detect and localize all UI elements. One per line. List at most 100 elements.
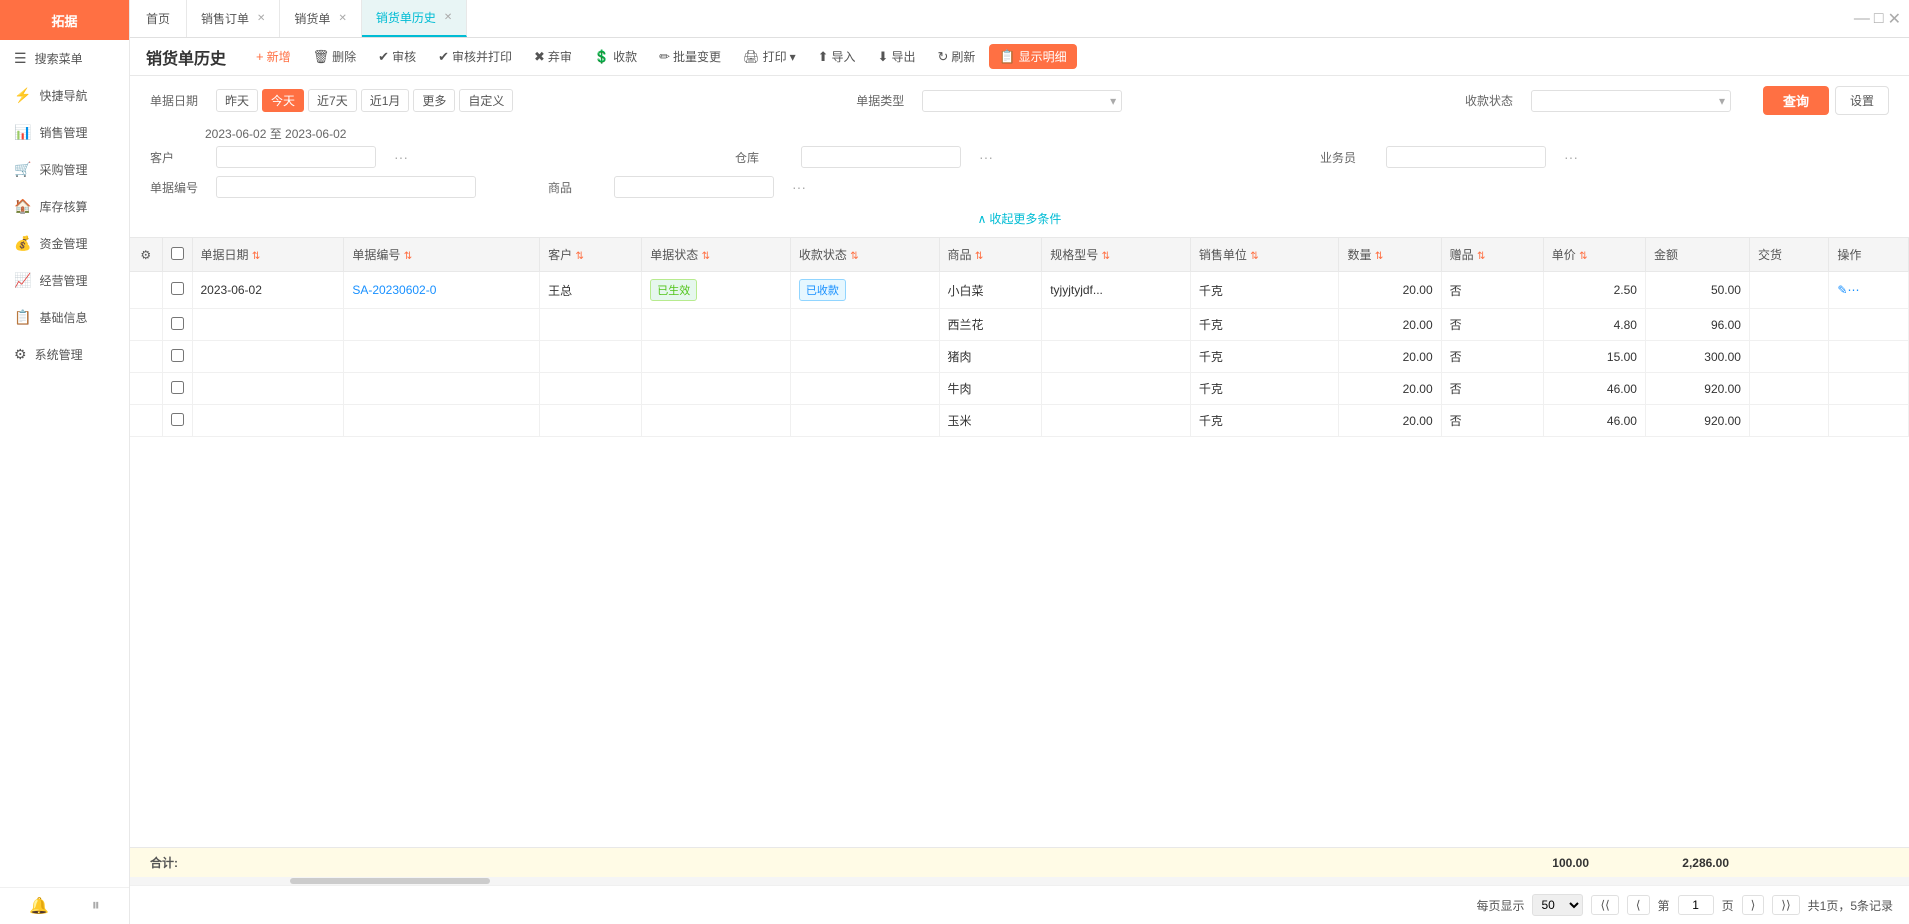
tab-sales-history[interactable]: 销货单历史 ✕ [362,0,467,37]
row-checkbox[interactable] [171,413,184,426]
display-detail-button[interactable]: 📋 显示明细 [989,44,1076,69]
export-icon: ⬇ [878,49,889,65]
row-doc-no[interactable] [344,373,540,405]
col-check[interactable] [162,238,192,272]
row-checkbox[interactable] [171,381,184,394]
pause-icon[interactable]: ⏸ [92,897,100,915]
row-doc-date [192,373,344,405]
notification-icon[interactable]: 🔔 [29,896,49,916]
doc-no-input[interactable] [216,176,476,198]
minimize-icon[interactable]: — [1854,10,1870,28]
delete-button[interactable]: 🗑 删除 [305,44,365,69]
doc-type-select[interactable] [922,90,1122,112]
goods-input[interactable] [614,176,774,198]
col-customer[interactable]: 客户 ⇅ [540,238,642,272]
date-btn-today[interactable]: 今天 [262,89,304,112]
row-checkbox[interactable] [171,282,184,295]
next-page-button[interactable]: ⟩ [1742,895,1765,915]
sidebar-item-sys[interactable]: ⚙ 系统管理 [0,336,129,373]
sidebar-item-ops[interactable]: 📈 经营管理 [0,262,129,299]
query-button[interactable]: 查询 [1763,86,1829,115]
collapse-button[interactable]: ∧ 收起更多条件 [150,206,1889,231]
salesperson-input[interactable] [1386,146,1546,168]
add-button[interactable]: + 新增 [248,44,299,69]
page-number-input[interactable] [1678,895,1714,915]
sidebar-item-label: 搜索菜单 [35,50,83,67]
tab-home[interactable]: 首页 [130,0,187,37]
more-action[interactable]: ⋯ [1847,283,1859,297]
customer-ellipsis[interactable]: ··· [394,149,408,165]
date-btn-1month[interactable]: 近1月 [361,89,410,112]
sidebar-item-search-menu[interactable]: ☰ 搜索菜单 [0,40,129,77]
goods-ellipsis[interactable]: ··· [792,179,806,195]
tab-close-icon[interactable]: ✕ [257,13,265,24]
tab-sales-order[interactable]: 销售订单 ✕ [187,0,280,37]
tab-close-icon[interactable]: ✕ [444,12,452,23]
sidebar-item-sales[interactable]: 📊 销售管理 [0,114,129,151]
select-all-checkbox[interactable] [171,247,184,260]
print-button[interactable]: 🖨 打印 ▾ [735,44,804,69]
collect-button[interactable]: 💲 收款 [586,44,645,69]
export-button[interactable]: ⬇ 导出 [870,44,924,69]
row-checkbox-cell[interactable] [162,341,192,373]
col-price[interactable]: 单价 ⇅ [1543,238,1645,272]
sidebar-item-inventory[interactable]: 🏠 库存核算 [0,188,129,225]
row-checkbox-cell[interactable] [162,309,192,341]
col-collect-status[interactable]: 收款状态 ⇅ [790,238,939,272]
sidebar-item-label: 系统管理 [35,346,83,363]
row-amount: 96.00 [1645,309,1749,341]
warehouse-ellipsis[interactable]: ··· [979,149,993,165]
sidebar-item-basic[interactable]: 📋 基础信息 [0,299,129,336]
col-doc-status[interactable]: 单据状态 ⇅ [642,238,791,272]
col-gift[interactable]: 赠品 ⇅ [1441,238,1543,272]
row-checkbox[interactable] [171,349,184,362]
last-page-button[interactable]: ⟩⟩ [1772,895,1799,915]
audit-button[interactable]: ✔ 审核 [370,44,424,69]
sort-icon: ⇅ [1477,251,1485,262]
batch-change-button[interactable]: ✏ 批量变更 [651,44,729,69]
date-btn-yesterday[interactable]: 昨天 [216,89,258,112]
sidebar-item-finance[interactable]: 💰 资金管理 [0,225,129,262]
abandon-button[interactable]: ✖ 弃审 [526,44,580,69]
maximize-icon[interactable]: □ [1874,10,1884,28]
row-checkbox-cell[interactable] [162,373,192,405]
col-gear[interactable]: ⚙ [130,238,162,272]
row-checkbox-cell[interactable] [162,405,192,437]
scrollbar-thumb[interactable] [290,878,490,884]
horizontal-scrollbar[interactable] [130,877,1909,885]
audit-print-button[interactable]: ✔ 审核并打印 [430,44,520,69]
first-page-button[interactable]: ⟨⟨ [1591,895,1618,915]
prev-page-button[interactable]: ⟨ [1627,895,1650,915]
row-checkbox[interactable] [171,317,184,330]
row-goods: 牛肉 [939,373,1042,405]
edit-action[interactable]: ✎ [1837,283,1847,297]
date-btn-more[interactable]: 更多 [413,89,455,112]
refresh-button[interactable]: ↻ 刷新 [929,44,983,69]
row-doc-no[interactable]: SA-20230602-0 [344,272,540,309]
import-button[interactable]: ⬆ 导入 [810,44,864,69]
close-window-icon[interactable]: ✕ [1888,9,1901,29]
row-doc-no[interactable] [344,341,540,373]
salesperson-ellipsis[interactable]: ··· [1564,149,1578,165]
col-doc-date[interactable]: 单据日期 ⇅ [192,238,344,272]
col-qty[interactable]: 数量 ⇅ [1339,238,1441,272]
row-doc-no[interactable] [344,405,540,437]
sidebar-item-quick-nav[interactable]: ⚡ 快捷导航 [0,77,129,114]
tab-sales-goods[interactable]: 销货单 ✕ [280,0,361,37]
warehouse-input[interactable] [801,146,961,168]
sidebar-item-purchase[interactable]: 🛒 采购管理 [0,151,129,188]
row-checkbox-cell[interactable] [162,272,192,309]
collect-status-select[interactable] [1531,90,1731,112]
row-action [1829,309,1909,341]
date-btn-7days[interactable]: 近7天 [308,89,357,112]
col-goods[interactable]: 商品 ⇅ [939,238,1042,272]
col-spec[interactable]: 规格型号 ⇅ [1042,238,1191,272]
col-unit[interactable]: 销售单位 ⇅ [1190,238,1339,272]
tab-close-icon[interactable]: ✕ [338,13,346,24]
row-doc-no[interactable] [344,309,540,341]
set-button[interactable]: 设置 [1835,86,1889,115]
date-btn-custom[interactable]: 自定义 [459,89,513,112]
customer-input[interactable] [216,146,376,168]
col-doc-no[interactable]: 单据编号 ⇅ [344,238,540,272]
per-page-select[interactable]: 50 100 [1532,894,1583,916]
